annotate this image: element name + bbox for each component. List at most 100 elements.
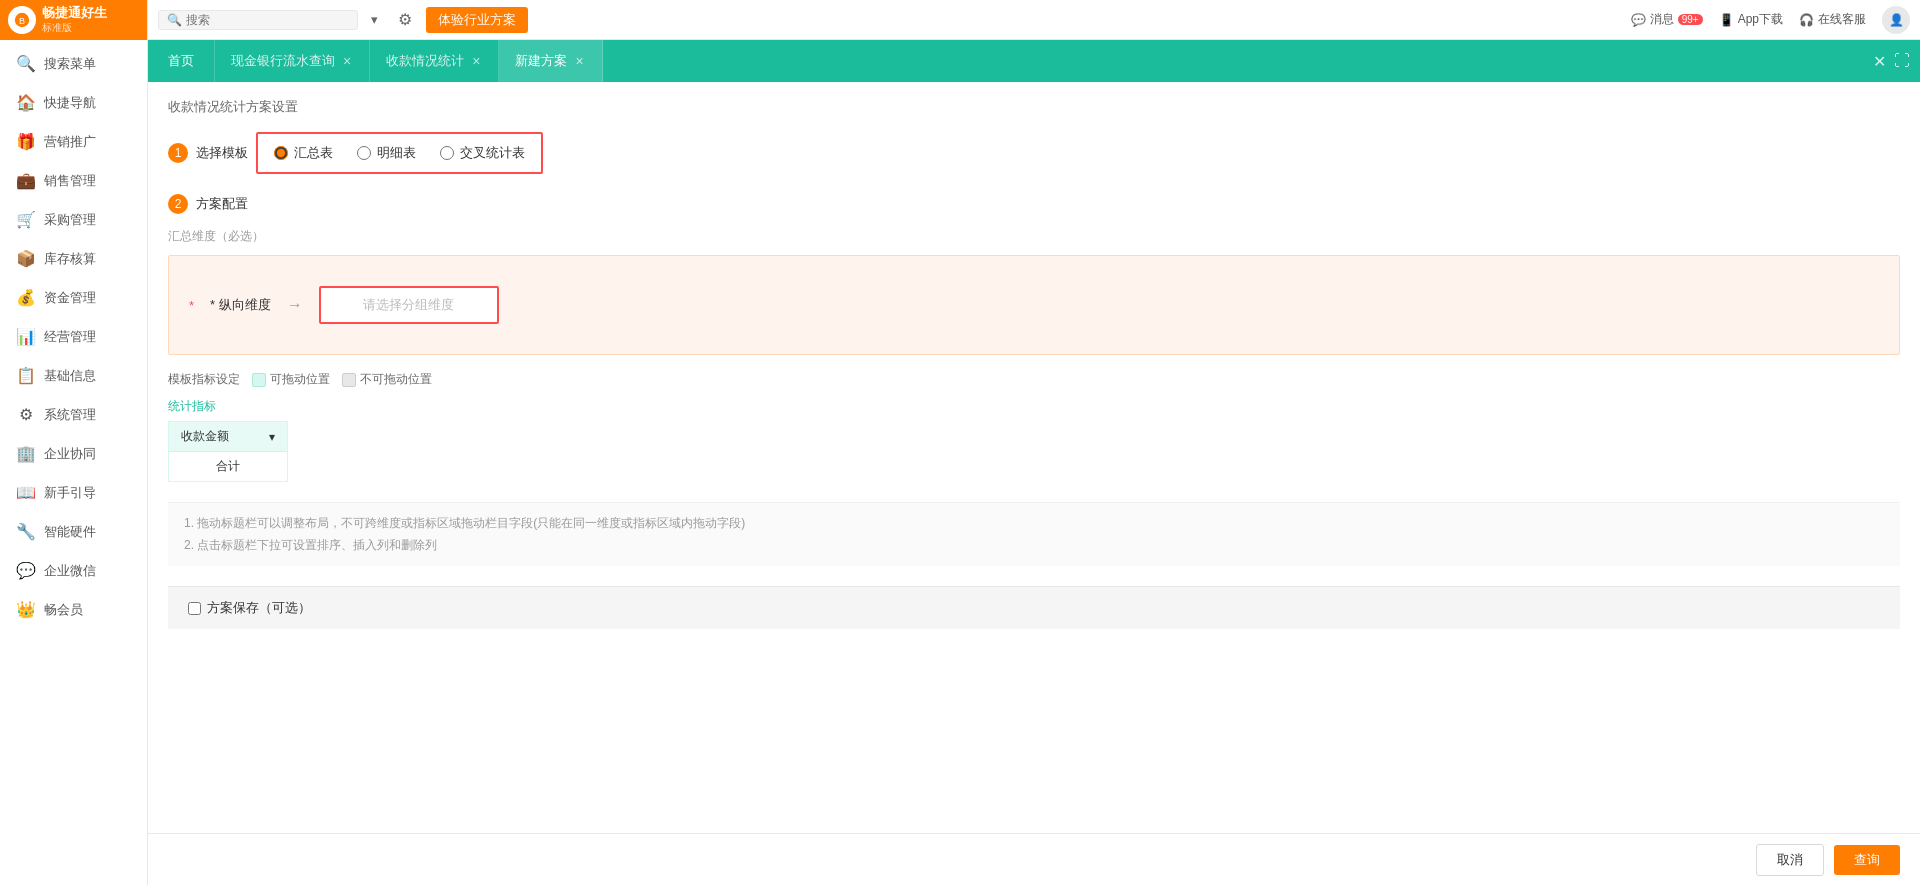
support-btn[interactable]: 🎧 在线客服 <box>1799 11 1866 28</box>
logo-sub: 标准版 <box>42 21 107 35</box>
cancel-button[interactable]: 取消 <box>1756 844 1824 876</box>
sidebar-item-basic-info[interactable]: 📋 基础信息 <box>0 356 147 395</box>
sidebar-item-cooperation[interactable]: 🏢 企业协同 <box>0 434 147 473</box>
gift-icon: 🎁 <box>16 132 36 151</box>
template-summary-label: 汇总表 <box>294 144 333 162</box>
notification-label: 消息 <box>1650 11 1674 28</box>
save-checkbox-label[interactable]: 方案保存（可选） <box>188 599 311 617</box>
metrics-column-header: 收款金额 <box>181 428 229 445</box>
topbar: 🔍 ▾ ⚙ 体验行业方案 💬 消息 99+ 📱 App下载 🎧 在线客服 👤 <box>148 0 1920 40</box>
tab-home-label: 首页 <box>168 52 194 70</box>
action-bar: 取消 查询 <box>148 833 1920 885</box>
non-draggable-legend-box <box>342 373 356 387</box>
search-dropdown-icon[interactable]: ▾ <box>364 10 384 30</box>
dimension-select-box[interactable]: 请选择分组维度 <box>319 286 499 324</box>
headset-icon: 🎧 <box>1799 13 1814 27</box>
sidebar-item-label: 企业微信 <box>44 562 96 580</box>
metrics-header-title: 模板指标设定 <box>168 371 240 388</box>
tab-bank-flow-label: 现金银行流水查询 <box>231 52 335 70</box>
sidebar-item-label: 营销推广 <box>44 133 96 151</box>
page-content: 收款情况统计方案设置 1 选择模板 汇总表 明细表 <box>148 82 1920 833</box>
sidebar-item-sales[interactable]: 💼 销售管理 <box>0 161 147 200</box>
save-checkbox-text: 方案保存（可选） <box>207 599 311 617</box>
dimension-subsection: 汇总维度（必选） * * 纵向维度 → 请选择分组维度 <box>168 228 1900 355</box>
draggable-legend-label: 可拖动位置 <box>270 371 330 388</box>
template-crosstab-radio[interactable] <box>440 146 454 160</box>
sidebar-item-label: 库存核算 <box>44 250 96 268</box>
gear-icon: ⚙ <box>16 405 36 424</box>
building-icon: 🏢 <box>16 444 36 463</box>
sidebar-item-hardware[interactable]: 🔧 智能硬件 <box>0 512 147 551</box>
query-button[interactable]: 查询 <box>1834 845 1900 875</box>
chat-icon: 💬 <box>16 561 36 580</box>
search-input[interactable] <box>186 13 346 27</box>
sidebar-item-label: 经营管理 <box>44 328 96 346</box>
user-avatar[interactable]: 👤 <box>1882 6 1910 34</box>
save-checkbox[interactable] <box>188 602 201 615</box>
sidebar-item-finance[interactable]: 💰 资金管理 <box>0 278 147 317</box>
search-icon: 🔍 <box>167 13 182 27</box>
sidebar-item-label: 企业协同 <box>44 445 96 463</box>
trial-btn[interactable]: 体验行业方案 <box>426 7 528 33</box>
sidebar-item-quick-nav[interactable]: 🏠 快捷导航 <box>0 83 147 122</box>
step2-header: 2 方案配置 <box>168 194 1900 214</box>
tab-home[interactable]: 首页 <box>148 40 215 82</box>
template-summary-radio[interactable] <box>274 146 288 160</box>
tip-2: 2. 点击标题栏下拉可设置排序、插入列和删除列 <box>184 535 1884 557</box>
settings-icon[interactable]: ⚙ <box>390 5 420 35</box>
box-icon: 📦 <box>16 249 36 268</box>
dimension-label-text: 汇总维度（必选） <box>168 229 264 243</box>
tip-1: 1. 拖动标题栏可以调整布局，不可跨维度或指标区域拖动栏目字段(只能在同一维度或… <box>184 513 1884 535</box>
tab-collection-stats[interactable]: 收款情况统计 × <box>370 40 499 82</box>
page-breadcrumb: 收款情况统计方案设置 <box>168 98 1900 116</box>
template-detail-option[interactable]: 明细表 <box>357 144 416 162</box>
metrics-table-cell: 合计 <box>169 451 287 481</box>
tab-collection-stats-close-icon[interactable]: × <box>470 53 482 69</box>
hardware-icon: 🔧 <box>16 522 36 541</box>
search-box[interactable]: 🔍 <box>158 10 358 30</box>
non-draggable-legend-label: 不可拖动位置 <box>360 371 432 388</box>
step2-section: 2 方案配置 汇总维度（必选） * * 纵向维度 → 请选择分 <box>168 194 1900 566</box>
sidebar-item-system[interactable]: ⚙ 系统管理 <box>0 395 147 434</box>
template-detail-radio[interactable] <box>357 146 371 160</box>
tab-maximize-icon[interactable]: ⛶ <box>1894 52 1910 70</box>
sidebar-item-operations[interactable]: 📊 经营管理 <box>0 317 147 356</box>
sidebar-item-search[interactable]: 🔍 搜索菜单 <box>0 44 147 83</box>
template-crosstab-label: 交叉统计表 <box>460 144 525 162</box>
sidebar-item-purchase[interactable]: 🛒 采购管理 <box>0 200 147 239</box>
dimension-row: * * 纵向维度 → 请选择分组维度 <box>189 286 499 324</box>
template-crosstab-option[interactable]: 交叉统计表 <box>440 144 525 162</box>
cart-icon: 🛒 <box>16 210 36 229</box>
money-icon: 💰 <box>16 288 36 307</box>
metrics-table: 收款金额 ▾ 合计 <box>168 421 288 482</box>
logo-icon: B <box>8 6 36 34</box>
book-icon: 📖 <box>16 483 36 502</box>
template-detail-label: 明细表 <box>377 144 416 162</box>
dimension-placeholder: 请选择分组维度 <box>363 297 454 312</box>
sidebar-item-wechat[interactable]: 💬 企业微信 <box>0 551 147 590</box>
tab-bank-flow-close-icon[interactable]: × <box>341 53 353 69</box>
sidebar-item-guide[interactable]: 📖 新手引导 <box>0 473 147 512</box>
sidebar-item-label: 资金管理 <box>44 289 96 307</box>
tab-new-plan-close-icon[interactable]: × <box>573 53 585 69</box>
svg-text:B: B <box>19 16 25 26</box>
template-summary-option[interactable]: 汇总表 <box>274 144 333 162</box>
dimension-label: 汇总维度（必选） <box>168 228 1900 245</box>
sidebar-item-inventory[interactable]: 📦 库存核算 <box>0 239 147 278</box>
sidebar-item-marketing[interactable]: 🎁 营销推广 <box>0 122 147 161</box>
sidebar-item-label: 销售管理 <box>44 172 96 190</box>
metrics-column-dropdown-icon[interactable]: ▾ <box>269 430 275 444</box>
app-download-btn[interactable]: 📱 App下载 <box>1719 11 1783 28</box>
draggable-legend-box <box>252 373 266 387</box>
crown-icon: 👑 <box>16 600 36 619</box>
notification-btn[interactable]: 💬 消息 99+ <box>1631 11 1703 28</box>
dimension-required-indicator: * <box>189 298 194 313</box>
tab-new-plan[interactable]: 新建方案 × <box>499 40 602 82</box>
sidebar: B 畅捷通好生 标准版 🔍 搜索菜单 🏠 快捷导航 🎁 营销推广 💼 销售管理 … <box>0 0 148 885</box>
sidebar-item-label: 新手引导 <box>44 484 96 502</box>
search-menu-icon: 🔍 <box>16 54 36 73</box>
dimension-row-label: * 纵向维度 <box>210 296 271 314</box>
sidebar-item-member[interactable]: 👑 畅会员 <box>0 590 147 629</box>
tab-close-all-icon[interactable]: ✕ <box>1873 52 1886 71</box>
tab-bank-flow[interactable]: 现金银行流水查询 × <box>215 40 370 82</box>
